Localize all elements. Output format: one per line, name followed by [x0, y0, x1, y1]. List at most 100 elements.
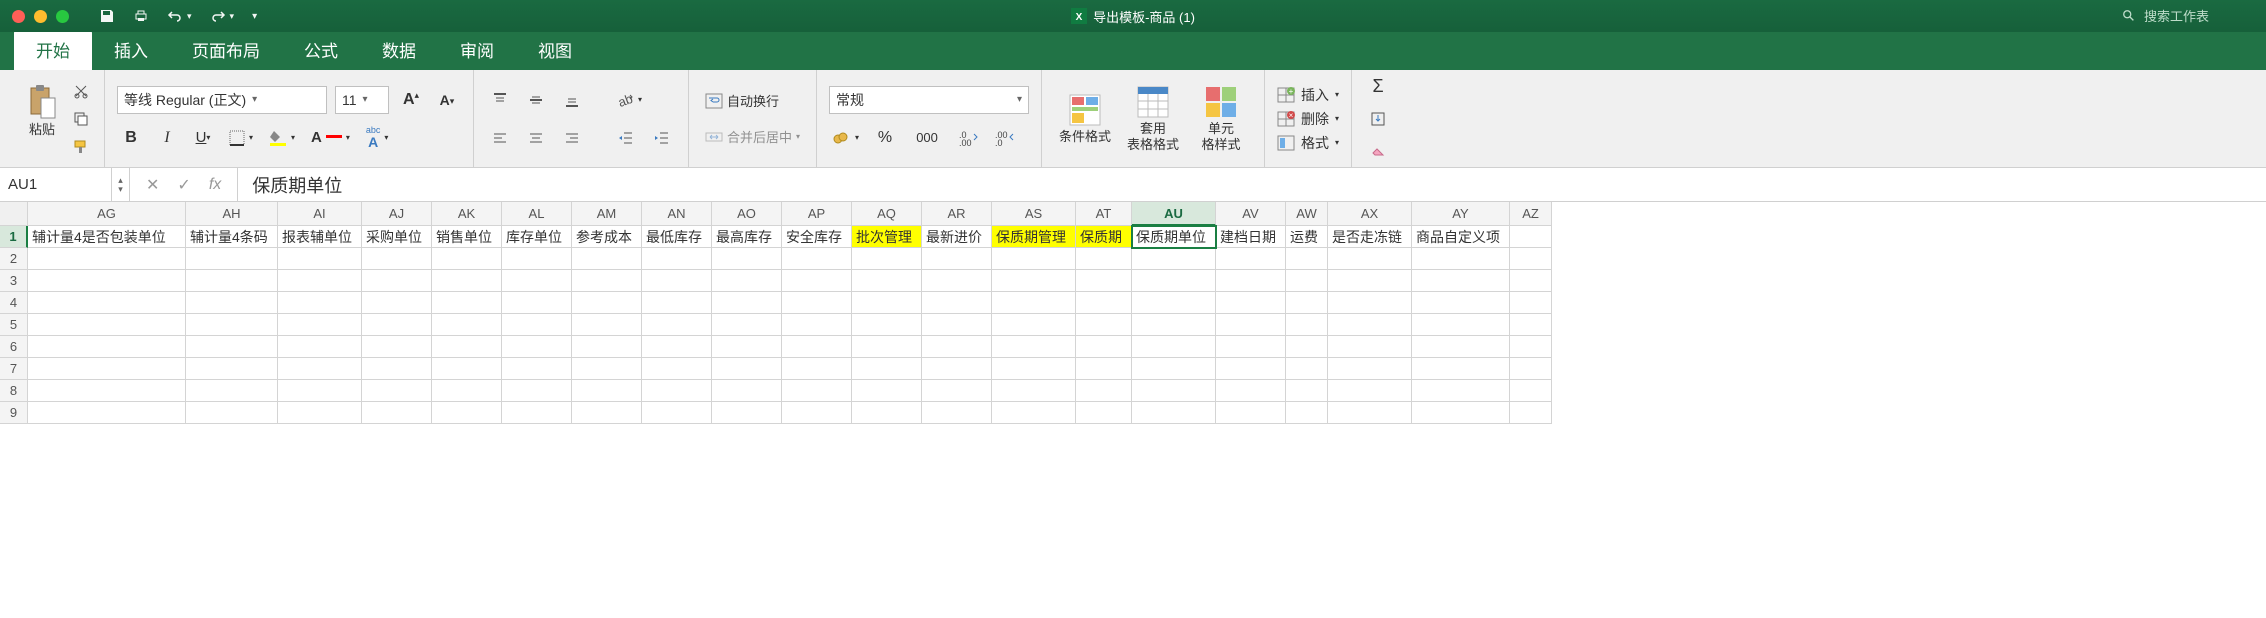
cell-AJ7[interactable]	[362, 358, 432, 380]
cell-AP7[interactable]	[782, 358, 852, 380]
cell-AV3[interactable]	[1216, 270, 1286, 292]
column-header-AT[interactable]: AT	[1076, 202, 1132, 226]
cell-AX7[interactable]	[1328, 358, 1412, 380]
cell-AS2[interactable]	[992, 248, 1076, 270]
cell-AS9[interactable]	[992, 402, 1076, 424]
cell-AU4[interactable]	[1132, 292, 1216, 314]
column-header-AJ[interactable]: AJ	[362, 202, 432, 226]
cell-AV8[interactable]	[1216, 380, 1286, 402]
cell-AV4[interactable]	[1216, 292, 1286, 314]
format-painter-button[interactable]	[70, 136, 92, 158]
column-header-AM[interactable]: AM	[572, 202, 642, 226]
column-header-AI[interactable]: AI	[278, 202, 362, 226]
fx-button[interactable]: fx	[209, 176, 221, 194]
qat-customize-button[interactable]: ▾	[252, 11, 256, 22]
number-format-combo[interactable]: 常规▾	[829, 86, 1029, 114]
cell-AO3[interactable]	[712, 270, 782, 292]
cell-AL5[interactable]	[502, 314, 572, 336]
cell-AL3[interactable]	[502, 270, 572, 292]
undo-button[interactable]: ▾	[167, 8, 192, 24]
cell-AZ7[interactable]	[1510, 358, 1552, 380]
currency-button[interactable]: ▾	[829, 125, 863, 151]
cell-AR4[interactable]	[922, 292, 992, 314]
cell-AH9[interactable]	[186, 402, 278, 424]
paste-button[interactable]: 粘贴	[18, 80, 66, 142]
row-header-2[interactable]: 2	[0, 248, 28, 270]
cell-AN7[interactable]	[642, 358, 712, 380]
row-header-6[interactable]: 6	[0, 336, 28, 358]
cell-AV5[interactable]	[1216, 314, 1286, 336]
cell-AW9[interactable]	[1286, 402, 1328, 424]
align-left-button[interactable]	[486, 124, 514, 152]
column-header-AY[interactable]: AY	[1412, 202, 1510, 226]
cut-button[interactable]	[70, 80, 92, 102]
cell-AT2[interactable]	[1076, 248, 1132, 270]
cell-AL9[interactable]	[502, 402, 572, 424]
cell-AP3[interactable]	[782, 270, 852, 292]
cell-AV9[interactable]	[1216, 402, 1286, 424]
cell-AH6[interactable]	[186, 336, 278, 358]
cell-AX4[interactable]	[1328, 292, 1412, 314]
cell-AN4[interactable]	[642, 292, 712, 314]
cell-AM8[interactable]	[572, 380, 642, 402]
cell-AW8[interactable]	[1286, 380, 1328, 402]
cell-AL1[interactable]: 库存单位	[502, 226, 572, 248]
cell-AZ9[interactable]	[1510, 402, 1552, 424]
cell-AW7[interactable]	[1286, 358, 1328, 380]
cell-AK6[interactable]	[432, 336, 502, 358]
cell-AM6[interactable]	[572, 336, 642, 358]
cell-AI7[interactable]	[278, 358, 362, 380]
format-cells-button[interactable]: 格式▾	[1277, 133, 1339, 153]
increase-decimal-button[interactable]: .0.00	[955, 124, 983, 152]
cell-AM1[interactable]: 参考成本	[572, 226, 642, 248]
font-size-combo[interactable]: 11▾	[335, 86, 389, 114]
cell-AO2[interactable]	[712, 248, 782, 270]
copy-button[interactable]	[70, 108, 92, 130]
cell-AY7[interactable]	[1412, 358, 1510, 380]
tab-layout[interactable]: 页面布局	[170, 29, 282, 70]
cell-AK8[interactable]	[432, 380, 502, 402]
align-top-button[interactable]	[486, 86, 514, 114]
font-name-combo[interactable]: 等线 Regular (正文)▾	[117, 86, 327, 114]
cell-AK2[interactable]	[432, 248, 502, 270]
cell-AX3[interactable]	[1328, 270, 1412, 292]
format-as-table-button[interactable]: 套用 表格格式	[1122, 81, 1184, 156]
cell-AX8[interactable]	[1328, 380, 1412, 402]
cell-AX1[interactable]: 是否走冻链	[1328, 226, 1412, 248]
select-all-corner[interactable]	[0, 202, 28, 226]
autosum-button[interactable]: Σ	[1364, 73, 1392, 101]
phonetic-button[interactable]: abcA▾	[362, 125, 393, 151]
row-header-3[interactable]: 3	[0, 270, 28, 292]
row-header-4[interactable]: 4	[0, 292, 28, 314]
cell-AO4[interactable]	[712, 292, 782, 314]
cell-AG6[interactable]	[28, 336, 186, 358]
column-header-AN[interactable]: AN	[642, 202, 712, 226]
cell-AX6[interactable]	[1328, 336, 1412, 358]
cell-AZ2[interactable]	[1510, 248, 1552, 270]
confirm-edit-button[interactable]: ✓	[177, 175, 190, 195]
cell-AG9[interactable]	[28, 402, 186, 424]
cell-AG8[interactable]	[28, 380, 186, 402]
column-header-AP[interactable]: AP	[782, 202, 852, 226]
cell-AQ6[interactable]	[852, 336, 922, 358]
cell-AL7[interactable]	[502, 358, 572, 380]
underline-button[interactable]: U▾	[189, 124, 217, 152]
increase-font-button[interactable]: A▴	[397, 86, 425, 114]
cell-AQ8[interactable]	[852, 380, 922, 402]
cell-AP9[interactable]	[782, 402, 852, 424]
cell-AV6[interactable]	[1216, 336, 1286, 358]
border-button[interactable]: ▾	[225, 125, 257, 151]
align-bottom-button[interactable]	[558, 86, 586, 114]
cell-AS4[interactable]	[992, 292, 1076, 314]
cell-AV2[interactable]	[1216, 248, 1286, 270]
cell-AT3[interactable]	[1076, 270, 1132, 292]
cell-AZ3[interactable]	[1510, 270, 1552, 292]
column-header-AR[interactable]: AR	[922, 202, 992, 226]
cell-AQ2[interactable]	[852, 248, 922, 270]
cell-AY3[interactable]	[1412, 270, 1510, 292]
row-header-8[interactable]: 8	[0, 380, 28, 402]
cell-AQ4[interactable]	[852, 292, 922, 314]
cell-AT9[interactable]	[1076, 402, 1132, 424]
cell-AY9[interactable]	[1412, 402, 1510, 424]
decrease-font-button[interactable]: A▾	[433, 86, 461, 114]
